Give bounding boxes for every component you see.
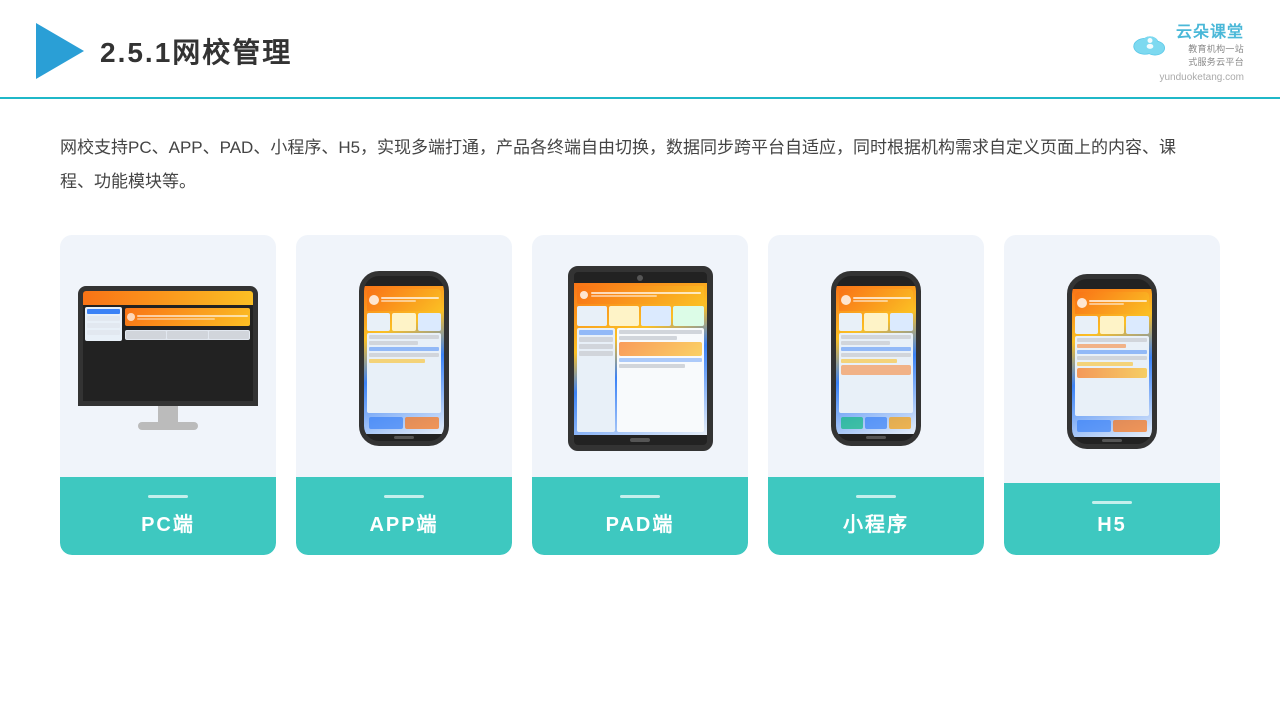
logo-triangle-icon bbox=[36, 23, 84, 79]
pc-image-area bbox=[60, 235, 276, 477]
h5-home bbox=[1102, 439, 1122, 442]
h5-mock-screen bbox=[1072, 289, 1152, 437]
brand-url: yunduoketang.com bbox=[1159, 72, 1244, 83]
h5-image-area bbox=[1004, 235, 1220, 483]
app-mock-screen bbox=[364, 286, 444, 434]
monitor-neck bbox=[158, 406, 178, 422]
h5-notch bbox=[1095, 279, 1130, 289]
tablet-camera bbox=[637, 275, 643, 281]
brand-sub: 教育机构一站 式服务云平台 bbox=[1176, 42, 1244, 68]
card-pc: PC端 bbox=[60, 235, 276, 555]
pad-tablet-icon bbox=[568, 266, 713, 451]
h5-phone-icon bbox=[1067, 274, 1157, 449]
pad-label: PAD端 bbox=[532, 477, 748, 555]
cards-row: PC端 bbox=[60, 235, 1220, 555]
header-left: 2.5.1网校管理 bbox=[36, 23, 292, 79]
card-h5: H5 bbox=[1004, 235, 1220, 555]
mini-label: 小程序 bbox=[768, 477, 984, 555]
page-header: 2.5.1网校管理 云朵课堂 教育机构一站 式服务云平台 bbox=[0, 0, 1280, 99]
phone-notch bbox=[387, 276, 422, 286]
main-content: 网校支持PC、APP、PAD、小程序、H5，实现多端打通，产品各终端自由切换，数… bbox=[0, 99, 1280, 583]
mini-home bbox=[866, 436, 886, 439]
brand-name: 云朵课堂 bbox=[1176, 18, 1244, 42]
mini-mock-screen bbox=[836, 286, 916, 434]
mini-phone-icon bbox=[831, 271, 921, 446]
cloud-icon bbox=[1130, 29, 1170, 57]
card-pad: PAD端 bbox=[532, 235, 748, 555]
pad-mock-screen bbox=[574, 283, 707, 435]
app-phone-icon bbox=[359, 271, 449, 446]
phone-home bbox=[394, 436, 414, 439]
mini-image-area bbox=[768, 235, 984, 477]
brand-name-text: 云朵课堂 教育机构一站 式服务云平台 bbox=[1176, 18, 1244, 68]
monitor-base bbox=[138, 422, 198, 430]
description-text: 网校支持PC、APP、PAD、小程序、H5，实现多端打通，产品各终端自由切换，数… bbox=[60, 131, 1200, 199]
card-app: APP端 bbox=[296, 235, 512, 555]
app-image-area bbox=[296, 235, 512, 477]
monitor-frame bbox=[78, 286, 258, 406]
pc-mock-screen bbox=[83, 291, 253, 401]
brand-logo: 云朵课堂 教育机构一站 式服务云平台 bbox=[1130, 18, 1244, 68]
app-label: APP端 bbox=[296, 477, 512, 555]
card-mini: 小程序 bbox=[768, 235, 984, 555]
brand-block: 云朵课堂 教育机构一站 式服务云平台 yunduoketang.com bbox=[1130, 18, 1244, 83]
page-title: 2.5.1网校管理 bbox=[100, 31, 292, 71]
pad-image-area bbox=[532, 235, 748, 477]
pc-label: PC端 bbox=[60, 477, 276, 555]
pc-monitor-icon bbox=[78, 286, 258, 430]
h5-label: H5 bbox=[1004, 483, 1220, 555]
tablet-home-btn bbox=[630, 438, 650, 442]
mini-notch bbox=[859, 276, 894, 286]
